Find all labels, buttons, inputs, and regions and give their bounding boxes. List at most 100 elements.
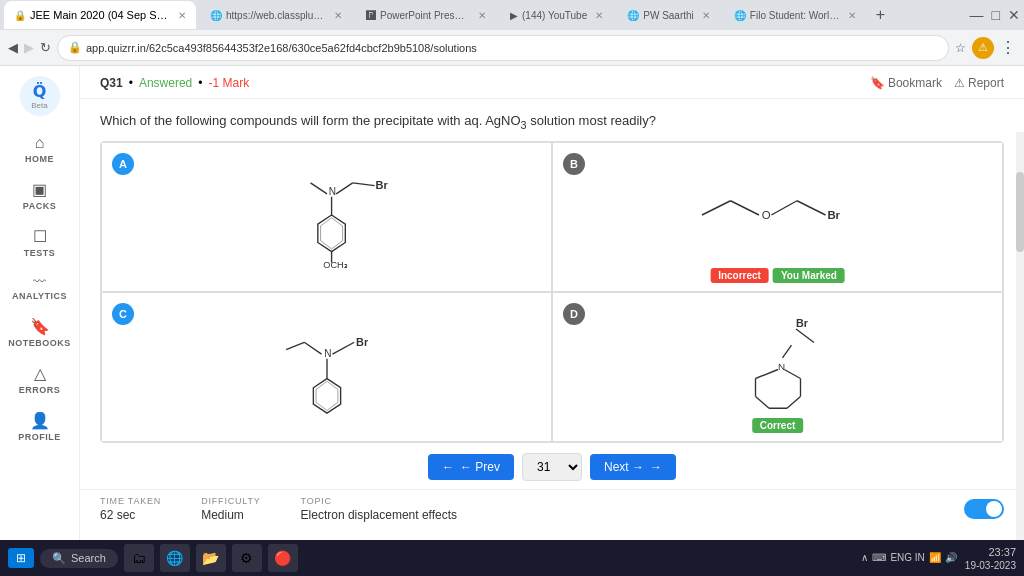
taskbar-app-3[interactable]: 📂 <box>196 544 226 572</box>
sidebar-item-home[interactable]: ⌂ HOME <box>5 128 75 170</box>
app-container: Q̈ Beta ⌂ HOME ▣ PACKS ☐ TESTS 〰 ANALYTI… <box>0 66 1024 576</box>
option-a[interactable]: A N <box>101 142 552 292</box>
main-content: Q31 • Answered • -1 Mark 🔖 Bookmark ⚠ Re… <box>80 66 1024 576</box>
svg-text:N: N <box>324 348 331 359</box>
profile-icon[interactable]: ⚠ <box>972 37 994 59</box>
address-bar[interactable]: 🔒 app.quizrr.in/62c5ca493f85644353f2e168… <box>57 35 949 61</box>
toggle-area[interactable] <box>964 499 1004 519</box>
back-button[interactable]: ◀ <box>8 40 18 55</box>
keyboard-icon: ⌨ <box>872 552 886 563</box>
sidebar-analytics-label: ANALYTICS <box>12 291 67 301</box>
svg-text:N: N <box>778 360 785 371</box>
tab-3-close[interactable]: ✕ <box>478 10 486 21</box>
difficulty-block: DIFFICULTY Medium <box>201 496 260 522</box>
svg-text:Br: Br <box>356 336 369 348</box>
taskbar-right: ∧ ⌨ ENG IN 📶 🔊 23:37 19-03-2023 <box>861 545 1016 570</box>
option-b[interactable]: B O Br <box>552 142 1003 292</box>
clock[interactable]: 23:37 19-03-2023 <box>965 545 1016 570</box>
svg-marker-17 <box>316 381 338 410</box>
tab-6-close[interactable]: ✕ <box>848 10 856 21</box>
question-text: Which of the following compounds will fo… <box>80 99 1024 141</box>
taskbar-app-5[interactable]: 🔴 <box>268 544 298 572</box>
sidebar-item-profile[interactable]: 👤 PROFILE <box>5 405 75 448</box>
minimize-button[interactable]: — <box>970 7 984 23</box>
new-tab-button[interactable]: + <box>870 6 891 24</box>
bookmark-button[interactable]: 🔖 Bookmark <box>870 76 942 90</box>
svg-text:Br: Br <box>827 209 840 221</box>
scrollbar-track[interactable] <box>1016 132 1024 576</box>
svg-line-34 <box>755 369 778 378</box>
prev-button[interactable]: ← ← Prev <box>428 454 514 480</box>
taskbar-app-2[interactable]: 🌐 <box>160 544 190 572</box>
sidebar-item-analytics[interactable]: 〰 ANALYTICS <box>5 268 75 307</box>
topic-block: TOPIC Electron displacement effects <box>301 496 458 522</box>
sidebar-item-packs[interactable]: ▣ PACKS <box>5 174 75 217</box>
tab-5[interactable]: 🌐 PW Saarthi ✕ <box>617 1 720 29</box>
option-d-label: D <box>563 303 585 325</box>
tab-4[interactable]: ▶ (144) YouTube ✕ <box>500 1 613 29</box>
molecule-b-svg: O Br <box>565 155 990 275</box>
taskbar-app-1[interactable]: 🗂 <box>124 544 154 572</box>
tab-4-close[interactable]: ✕ <box>595 10 603 21</box>
svg-line-26 <box>782 345 791 358</box>
topic-value: Electron displacement effects <box>301 508 458 522</box>
option-c-label: C <box>112 303 134 325</box>
tab-6[interactable]: 🌐 Filo Student: World's Only Live ... ✕ <box>724 1 866 29</box>
question-separator2: • <box>198 76 202 90</box>
speaker-icon: 🔊 <box>945 552 957 563</box>
options-grid: A N <box>100 141 1004 443</box>
active-tab[interactable]: 🔒 JEE Main 2020 (04 Sep Shift) ✕ <box>4 1 196 29</box>
bookmark-star-icon[interactable]: ☆ <box>955 41 966 55</box>
tab-6-label: Filo Student: World's Only Live ... <box>750 10 840 21</box>
scrollbar-thumb[interactable] <box>1016 172 1024 252</box>
browser-bar: ◀ ▶ ↻ 🔒 app.quizrr.in/62c5ca493f85644353… <box>0 30 1024 66</box>
start-button[interactable]: ⊞ <box>8 548 34 568</box>
sidebar-packs-label: PACKS <box>23 201 56 211</box>
next-icon: → <box>650 460 662 474</box>
report-button[interactable]: ⚠ Report <box>954 76 1004 90</box>
option-c[interactable]: C N Br <box>101 292 552 442</box>
svg-line-11 <box>730 201 759 215</box>
sidebar-item-tests[interactable]: ☐ TESTS <box>5 221 75 264</box>
profile-nav-icon: 👤 <box>30 411 50 430</box>
tab-2[interactable]: 🌐 https://web.classplusapp.com/h... ✕ <box>200 1 352 29</box>
url-text: app.quizrr.in/62c5ca493f85644353f2e168/6… <box>86 42 477 54</box>
forward-button[interactable]: ▶ <box>24 40 34 55</box>
svg-text:Br: Br <box>796 317 809 329</box>
sidebar-item-notebooks[interactable]: 🔖 NOTEBOOKS <box>5 311 75 354</box>
option-d[interactable]: D Br N <box>552 292 1003 442</box>
option-d-badges: Correct <box>752 418 804 433</box>
question-select[interactable]: 31 <box>522 453 582 481</box>
taskbar-search[interactable]: 🔍 Search <box>40 549 118 568</box>
topic-label: TOPIC <box>301 496 458 506</box>
taskbar-app-4[interactable]: ⚙ <box>232 544 262 572</box>
molecule-c-svg: N Br <box>114 305 539 425</box>
tab-close-icon[interactable]: ✕ <box>178 10 186 21</box>
refresh-button[interactable]: ↻ <box>40 40 51 55</box>
svg-line-32 <box>755 396 769 408</box>
caret-icon[interactable]: ∧ <box>861 552 868 563</box>
svg-text:Br: Br <box>375 179 388 191</box>
you-marked-badge: You Marked <box>773 268 845 283</box>
correct-badge: Correct <box>752 418 804 433</box>
analytics-icon: 〰 <box>33 274 46 289</box>
restore-button[interactable]: □ <box>992 7 1000 23</box>
next-button[interactable]: Next → → <box>590 454 676 480</box>
tab-3[interactable]: 🅿 PowerPoint Presentation ✕ <box>356 1 496 29</box>
close-button[interactable]: ✕ <box>1008 7 1020 23</box>
packs-icon: ▣ <box>32 180 47 199</box>
answered-status: Answered <box>139 76 192 90</box>
option-a-label: A <box>112 153 134 175</box>
question-separator: • <box>129 76 133 90</box>
svg-line-30 <box>787 396 801 408</box>
tab-3-label: PowerPoint Presentation <box>380 10 470 21</box>
menu-button[interactable]: ⋮ <box>1000 38 1016 57</box>
tab-2-close[interactable]: ✕ <box>334 10 342 21</box>
tests-icon: ☐ <box>33 227 47 246</box>
home-icon: ⌂ <box>35 134 45 152</box>
molecule-a-svg: N Br OCH₃ <box>114 155 539 275</box>
sidebar-item-errors[interactable]: △ ERRORS <box>5 358 75 401</box>
difficulty-label: DIFFICULTY <box>201 496 260 506</box>
option-b-badges: Incorrect You Marked <box>710 268 845 283</box>
tab-5-close[interactable]: ✕ <box>702 10 710 21</box>
